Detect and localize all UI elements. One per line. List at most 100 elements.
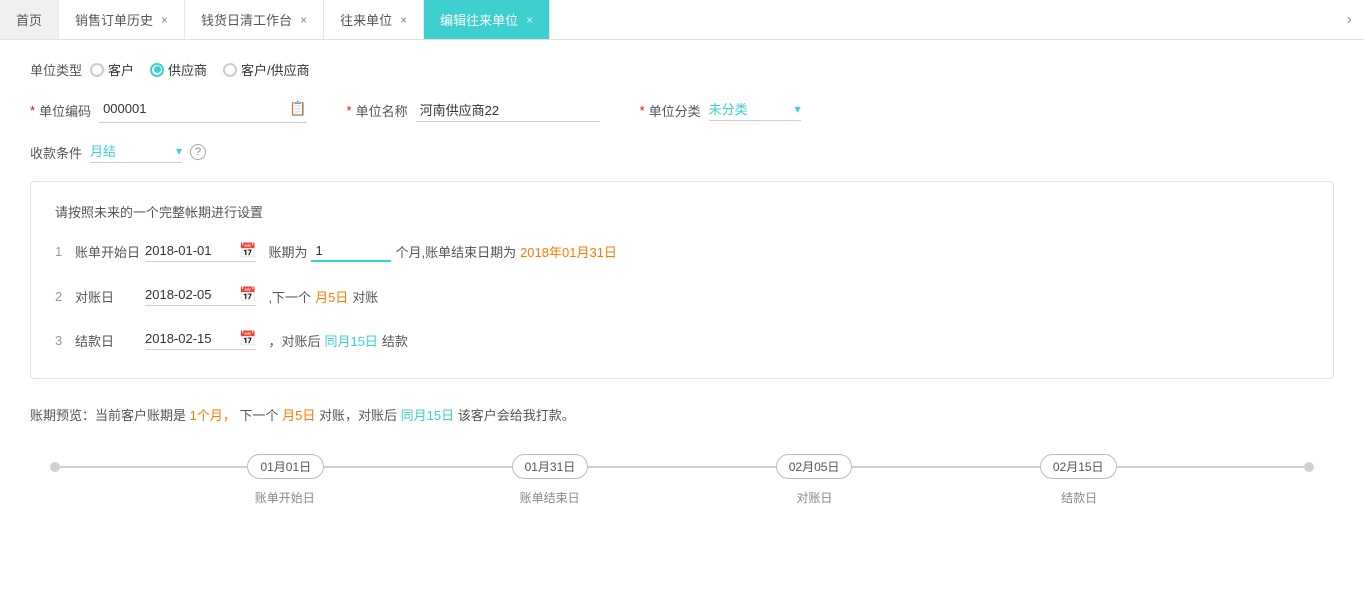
unit-category-field: * 单位分类 未分类 ▾ [640,99,801,121]
copy-icon[interactable]: 📋 [289,100,306,117]
payment-terms-value: 月结 [90,141,170,160]
payment-terms-select[interactable]: 月结 ▾ [90,141,182,163]
row-label-1: 账单开始日 [75,242,145,261]
radio-group: 客户 供应商 客户/供应商 [90,60,310,79]
preview-mid2: 对账，对账后 [319,408,397,423]
required-star: * [30,103,35,118]
unit-code-field: * 单位编码 📋 [30,97,307,123]
timeline-line-3 [588,466,775,468]
reconcile-suffix: 对账 [352,287,378,306]
tab-sales-history[interactable]: 销售订单历史 × [59,0,185,39]
setting-row-2: 2 对账日 📅 ,下一个 月5日 对账 [55,286,1309,306]
preview-payment: 同月15日 [401,408,454,423]
help-icon[interactable]: ? [190,144,206,160]
timeline-dot-end [1304,462,1314,472]
tab-label: 编辑往来单位 [440,10,518,29]
payment-terms-label: 收款条件 [30,143,82,162]
main-content: 单位类型 客户 供应商 客户/供应商 * 单位编码 📋 [0,40,1364,608]
chevron-down-icon: ▾ [795,102,801,116]
payment-terms-row: 收款条件 月结 ▾ ? [30,141,1334,163]
start-date-input[interactable] [145,243,235,258]
timeline-pill-1: 01月01日 [247,454,324,479]
unit-category-label: 单位分类 [649,101,701,120]
reconcile-date-input[interactable] [145,287,235,302]
tab-close-icon[interactable]: × [400,13,407,27]
radio-circle-both [223,63,237,77]
unit-name-label: 单位名称 [356,101,408,120]
tab-label: 首页 [16,10,42,29]
timeline-row: 01月01日 01月31日 02月05日 02月15日 [50,454,1314,479]
unit-type-label: 单位类型 [30,60,82,79]
payment-suffix: 结款 [382,331,408,350]
setting-row-3: 3 结款日 📅 ，对账后 同月15日 结款 [55,330,1309,350]
row-number-2: 2 [55,289,75,304]
required-star: * [347,103,352,118]
radio-circle-customer [90,63,104,77]
timeline-label-4: 结款日 [1061,489,1097,506]
timeline-labels: 账单开始日 账单结束日 对账日 结款日 [50,481,1314,506]
calendar-icon[interactable]: 📅 [239,330,256,347]
reconcile-date-input-wrapper: 📅 [145,286,256,306]
row-label-3: 结款日 [75,331,145,350]
unit-details-row: * 单位编码 📋 * 单位名称 * 单位分类 未分类 ▾ [30,97,1334,123]
timeline-label-3: 对账日 [796,489,832,506]
payment-prefix: ，对账后 [268,331,320,350]
period-month-text: 个月,账单结束日期为 [395,242,516,261]
radio-customer-supplier[interactable]: 客户/供应商 [223,60,310,79]
chevron-down-icon: ▾ [176,144,182,158]
unit-category-value: 未分类 [709,99,789,118]
tab-more-icon[interactable]: › [1335,11,1364,29]
radio-circle-supplier [150,63,164,77]
timeline-pill-2: 01月31日 [512,454,589,479]
radio-customer-label: 客户 [108,60,134,79]
tab-close-icon[interactable]: × [161,13,168,27]
timeline-line-4 [852,466,1039,468]
reconcile-prefix: ,下一个 [268,287,311,306]
unit-code-input-wrapper: 📋 [99,97,306,123]
unit-name-input[interactable] [416,98,600,122]
preview-period: 1个月， [190,408,236,423]
preview-text: 账期预览：当前客户账期是 1个月， 下一个 月5日 对账，对账后 同月15日 该… [30,395,1334,434]
unit-category-select[interactable]: 未分类 ▾ [709,99,801,121]
timeline-pill-3: 02月05日 [776,454,853,479]
radio-supplier-label: 供应商 [168,60,207,79]
period-input[interactable] [311,241,391,262]
period-end-date: 2018年01月31日 [520,242,617,261]
unit-code-input[interactable] [99,97,283,120]
timeline-node-2: 01月31日 [512,454,589,479]
timeline-node-4: 02月15日 [1040,454,1117,479]
period-label: 账期为 [268,242,307,261]
required-star: * [640,103,645,118]
timeline-node-1: 01月01日 [247,454,324,479]
calendar-icon[interactable]: 📅 [239,286,256,303]
tab-label: 钱货日清工作台 [201,10,292,29]
tab-label: 往来单位 [340,10,392,29]
row-label-2: 对账日 [75,287,145,306]
tab-label: 销售订单历史 [75,10,153,29]
timeline-dot-start [50,462,60,472]
timeline-line-2 [324,466,511,468]
reconcile-highlight: 月5日 [315,287,348,306]
radio-supplier[interactable]: 供应商 [150,60,207,79]
payment-highlight: 同月15日 [324,331,377,350]
timeline-pill-4: 02月15日 [1040,454,1117,479]
row-number-1: 1 [55,244,75,259]
radio-both-label: 客户/供应商 [241,60,310,79]
tab-partner-units[interactable]: 往来单位 × [324,0,424,39]
payment-date-input-wrapper: 📅 [145,330,256,350]
tab-cash-workbench[interactable]: 钱货日清工作台 × [185,0,324,39]
timeline-line-5 [1117,466,1304,468]
tab-edit-partner[interactable]: 编辑往来单位 × [424,0,550,39]
setting-row-1: 1 账单开始日 📅 账期为 个月,账单结束日期为 2018年01月31日 [55,241,1309,262]
start-date-input-wrapper: 📅 [145,242,256,262]
tab-close-icon[interactable]: × [526,13,533,27]
radio-customer[interactable]: 客户 [90,60,134,79]
tab-homepage[interactable]: 首页 [0,0,59,39]
payment-date-input[interactable] [145,331,235,346]
row-number-3: 3 [55,333,75,348]
preview-label: 账期预览：当前客户账期是 [30,408,186,423]
calendar-icon[interactable]: 📅 [239,242,256,259]
tab-bar: 首页 销售订单历史 × 钱货日清工作台 × 往来单位 × 编辑往来单位 × › [0,0,1364,40]
timeline-node-3: 02月05日 [776,454,853,479]
tab-close-icon[interactable]: × [300,13,307,27]
